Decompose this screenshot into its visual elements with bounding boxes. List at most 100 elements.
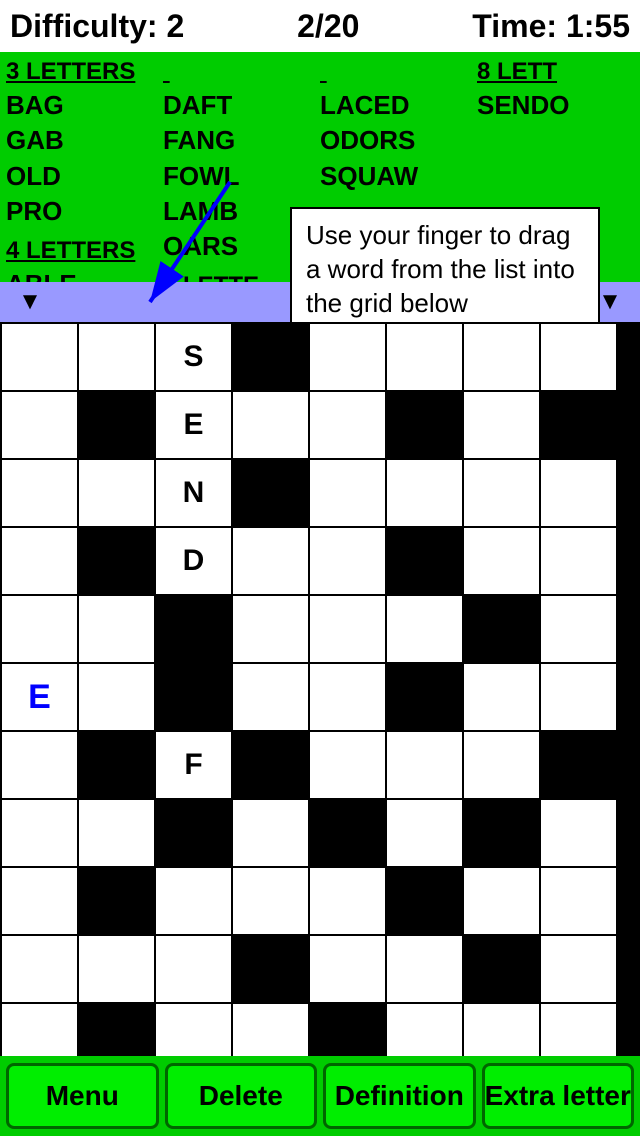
cell-0-1[interactable] [79, 324, 154, 390]
cell-8-0[interactable] [2, 868, 77, 934]
cell-5-7[interactable] [541, 664, 616, 730]
cell-5-3[interactable] [233, 664, 308, 730]
cell-4-6[interactable] [464, 596, 539, 662]
cell-2-3[interactable] [233, 460, 308, 526]
cell-6-7[interactable] [541, 732, 616, 798]
cell-5-5[interactable] [387, 664, 462, 730]
cell-6-5[interactable] [387, 732, 462, 798]
cell-0-2[interactable]: S [156, 324, 231, 390]
cell-4-0[interactable] [2, 596, 77, 662]
menu-button[interactable]: Menu [6, 1063, 159, 1129]
cell-6-2[interactable]: F [156, 732, 231, 798]
cell-8-2[interactable] [156, 868, 231, 934]
cell-4-4[interactable] [310, 596, 385, 662]
crossword-grid: SENDEF [0, 322, 640, 1056]
cell-5-6[interactable] [464, 664, 539, 730]
word-old[interactable]: OLD [6, 159, 163, 194]
cell-3-7[interactable] [541, 528, 616, 594]
cell-1-1[interactable] [79, 392, 154, 458]
cell-0-7[interactable] [541, 324, 616, 390]
cell-7-1[interactable] [79, 800, 154, 866]
cell-0-5[interactable] [387, 324, 462, 390]
cell-0-3[interactable] [233, 324, 308, 390]
cell-6-0[interactable] [2, 732, 77, 798]
cell-6-6[interactable] [464, 732, 539, 798]
cell-8-6[interactable] [464, 868, 539, 934]
cell-7-4[interactable] [310, 800, 385, 866]
cell-5-0[interactable]: E [2, 664, 77, 730]
definition-button[interactable]: Definition [323, 1063, 476, 1129]
cell-4-1[interactable] [79, 596, 154, 662]
cell-7-5[interactable] [387, 800, 462, 866]
cell-1-7[interactable] [541, 392, 616, 458]
cell-5-4[interactable] [310, 664, 385, 730]
cell-6-4[interactable] [310, 732, 385, 798]
cell-7-6[interactable] [464, 800, 539, 866]
cell-3-5[interactable] [387, 528, 462, 594]
cell-0-6[interactable] [464, 324, 539, 390]
cell-3-3[interactable] [233, 528, 308, 594]
cell-1-3[interactable] [233, 392, 308, 458]
word-bag[interactable]: BAG [6, 88, 163, 123]
cell-8-5[interactable] [387, 868, 462, 934]
cell-3-4[interactable] [310, 528, 385, 594]
cell-2-5[interactable] [387, 460, 462, 526]
cell-3-1[interactable] [79, 528, 154, 594]
word-gab[interactable]: GAB [6, 123, 163, 158]
cell-6-1[interactable] [79, 732, 154, 798]
cell-4-3[interactable] [233, 596, 308, 662]
cell-9-5[interactable] [387, 936, 462, 1002]
cell-4-5[interactable] [387, 596, 462, 662]
cell-9-6[interactable] [464, 936, 539, 1002]
cell-9-0[interactable] [2, 936, 77, 1002]
cell-6-3[interactable] [233, 732, 308, 798]
cell-9-4[interactable] [310, 936, 385, 1002]
word-squaw[interactable]: SQUAW [320, 159, 477, 194]
cell-2-4[interactable] [310, 460, 385, 526]
cell-8-1[interactable] [79, 868, 154, 934]
cell-2-2[interactable]: N [156, 460, 231, 526]
word-fowl[interactable]: FOWL [163, 159, 320, 194]
word-fang[interactable]: FANG [163, 123, 320, 158]
cell-0-0[interactable] [2, 324, 77, 390]
word-sendo[interactable]: SENDO [477, 88, 634, 123]
cell-9-2[interactable] [156, 936, 231, 1002]
cell-9-1[interactable] [79, 936, 154, 1002]
word-laced[interactable]: LACED [320, 88, 477, 123]
cell-8-7[interactable] [541, 868, 616, 934]
cell-7-0[interactable] [2, 800, 77, 866]
cell-5-2[interactable] [156, 664, 231, 730]
cell-2-0[interactable] [2, 460, 77, 526]
delete-button[interactable]: Delete [165, 1063, 318, 1129]
extra-letter-button[interactable]: Extra letter [482, 1063, 635, 1129]
cell-3-0[interactable] [2, 528, 77, 594]
word-odors[interactable]: ODORS [320, 123, 477, 158]
cell-9-7[interactable] [541, 936, 616, 1002]
cell-1-6[interactable] [464, 392, 539, 458]
cell-7-2[interactable] [156, 800, 231, 866]
word-pro[interactable]: PRO [6, 194, 163, 229]
cell-4-2[interactable] [156, 596, 231, 662]
cell-8-3[interactable] [233, 868, 308, 934]
scroll-left-arrow[interactable]: ▼ [0, 282, 60, 322]
cell-2-1[interactable] [79, 460, 154, 526]
cell-8-4[interactable] [310, 868, 385, 934]
cell-1-5[interactable] [387, 392, 462, 458]
4letters-header: 4 LETTERS [6, 235, 163, 267]
cell-2-6[interactable] [464, 460, 539, 526]
cell-0-4[interactable] [310, 324, 385, 390]
word-daft[interactable]: DAFT [163, 88, 320, 123]
cell-7-3[interactable] [233, 800, 308, 866]
cell-2-7[interactable] [541, 460, 616, 526]
cell-1-4[interactable] [310, 392, 385, 458]
cell-1-0[interactable] [2, 392, 77, 458]
cell-1-2[interactable]: E [156, 392, 231, 458]
bottom-bar: Menu Delete Definition Extra letter [0, 1056, 640, 1136]
cell-7-7[interactable] [541, 800, 616, 866]
cell-3-2[interactable]: D [156, 528, 231, 594]
3letters-header: 3 LETTERS [6, 56, 163, 88]
cell-3-6[interactable] [464, 528, 539, 594]
cell-5-1[interactable] [79, 664, 154, 730]
cell-4-7[interactable] [541, 596, 616, 662]
cell-9-3[interactable] [233, 936, 308, 1002]
